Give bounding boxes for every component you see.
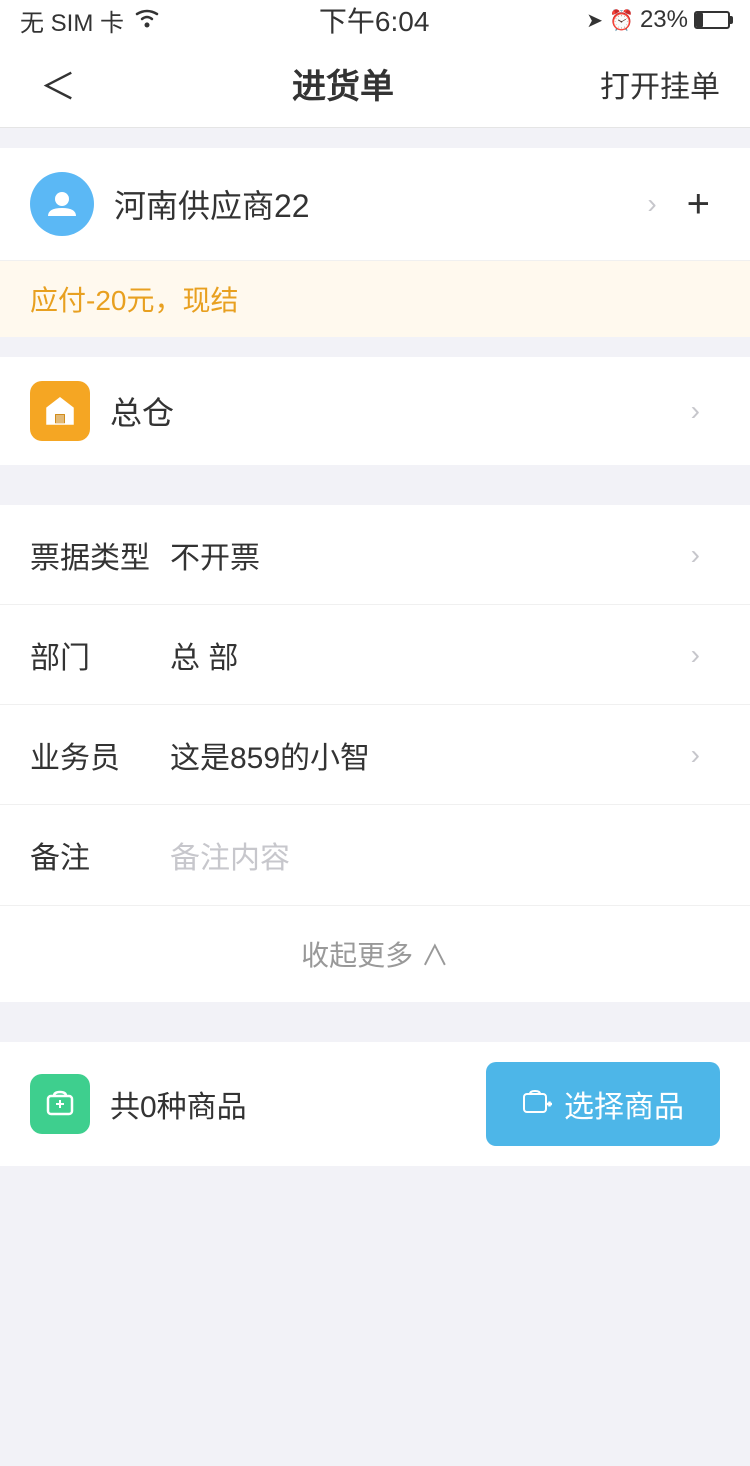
status-left: 无 SIM 卡 — [20, 3, 162, 38]
battery-icon — [694, 11, 730, 29]
bottom-divider — [0, 1002, 750, 1022]
salesperson-row[interactable]: 业务员 这是859的小智 › — [0, 705, 750, 805]
open-pending-button[interactable]: 打开挂单 — [600, 62, 720, 106]
invoice-chevron-icon: › — [691, 539, 700, 571]
notice-bar: 应付-20元，现结 — [0, 261, 750, 337]
alarm-icon: ⏰ — [609, 8, 634, 33]
status-right: ➤ ⏰ 23% — [586, 6, 730, 34]
department-label: 部门 — [30, 633, 170, 677]
sim-label: 无 SIM 卡 — [20, 3, 124, 38]
department-row[interactable]: 部门 总 部 › — [0, 605, 750, 705]
salesperson-label: 业务员 — [30, 733, 170, 777]
page-background — [0, 1166, 750, 1466]
collapse-section: 收起更多 ∧ — [0, 905, 750, 1002]
back-button[interactable]: ＜ — [30, 48, 86, 120]
invoice-type-row[interactable]: 票据类型 不开票 › — [0, 505, 750, 605]
status-bar: 无 SIM 卡 下午6:04 ➤ ⏰ 23% — [0, 0, 750, 40]
page-title: 进货单 — [292, 59, 394, 108]
collapse-button[interactable]: 收起更多 ∧ — [301, 934, 449, 974]
remark-label: 备注 — [30, 833, 170, 877]
invoice-type-label: 票据类型 — [30, 533, 170, 577]
warehouse-row[interactable]: 总仓 › — [0, 357, 750, 465]
warehouse-section: 总仓 › — [0, 357, 750, 465]
remark-input[interactable]: 备注内容 — [170, 833, 720, 877]
salesperson-value: 这是859的小智 — [170, 733, 691, 777]
supplier-chevron-icon: › — [647, 188, 656, 220]
nav-bar: ＜ 进货单 打开挂单 — [0, 40, 750, 128]
status-time: 下午6:04 — [319, 0, 430, 40]
warehouse-chevron-icon: › — [691, 395, 700, 427]
department-value: 总 部 — [170, 633, 691, 677]
invoice-type-value: 不开票 — [170, 533, 691, 577]
bottom-bar: 共0种商品 选择商品 — [0, 1042, 750, 1166]
department-chevron-icon: › — [691, 639, 700, 671]
notice-text: 应付-20元，现结 — [30, 285, 238, 316]
location-icon: ➤ — [586, 8, 603, 33]
product-icon — [30, 1074, 90, 1134]
mid-divider2 — [0, 465, 750, 485]
mid-divider1 — [0, 337, 750, 357]
product-count-label: 共0种商品 — [110, 1082, 486, 1126]
top-divider — [0, 128, 750, 148]
battery-percent: 23% — [640, 6, 688, 34]
supplier-name: 河南供应商22 — [114, 181, 647, 227]
select-product-label: 选择商品 — [564, 1082, 684, 1126]
wifi-icon — [132, 6, 162, 35]
form-section: 票据类型 不开票 › 部门 总 部 › 业务员 这是859的小智 › 备注 备注… — [0, 505, 750, 905]
supplier-avatar — [30, 172, 94, 236]
warehouse-icon — [30, 381, 90, 441]
salesperson-chevron-icon: › — [691, 739, 700, 771]
remark-row[interactable]: 备注 备注内容 — [0, 805, 750, 905]
supplier-section: 河南供应商22 › + 应付-20元，现结 — [0, 148, 750, 337]
select-product-button[interactable]: 选择商品 — [486, 1062, 720, 1146]
warehouse-name: 总仓 — [110, 388, 691, 434]
supplier-row[interactable]: 河南供应商22 › + — [0, 148, 750, 261]
add-supplier-button[interactable]: + — [677, 182, 720, 227]
